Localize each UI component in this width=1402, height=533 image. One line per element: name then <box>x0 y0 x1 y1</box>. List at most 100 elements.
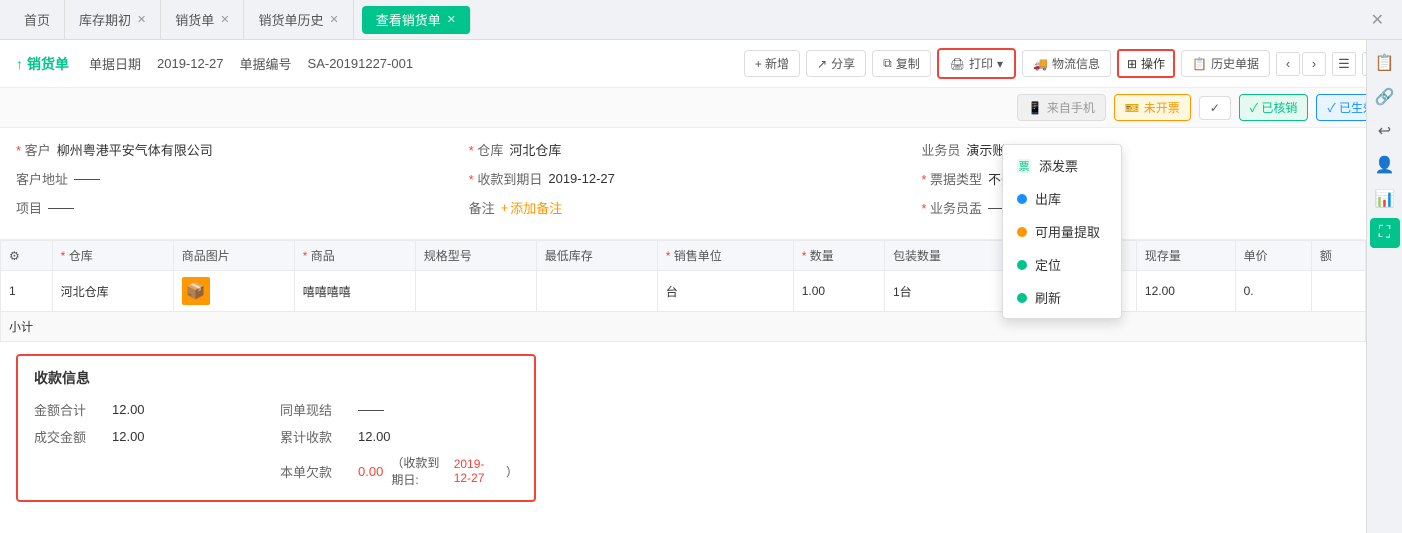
row-warehouse: 河北仓库 <box>52 271 173 312</box>
refresh-icon <box>1017 293 1027 303</box>
summary-section: 收款信息 金额合计 12.00 同单现结 —— 成交金额 12.00 <box>16 354 536 502</box>
row-qty: 1.00 <box>793 271 884 312</box>
operations-button[interactable]: ⊞ 操作 <box>1117 49 1175 78</box>
note-field: 备注 添加备注 <box>469 198 898 217</box>
doc-type-label: ↑ 销货单 <box>16 54 69 74</box>
menu-add-invoice[interactable]: 票 添发票 <box>1003 149 1121 182</box>
summary-title: 收款信息 <box>34 368 518 388</box>
doc-icon: ↑ <box>16 56 23 72</box>
from-phone-btn[interactable]: 📱 来自手机 <box>1017 94 1106 121</box>
deal-amount-label: 成交金额 <box>34 427 104 446</box>
row-amount <box>1311 271 1365 312</box>
menu-ship-out[interactable]: 出库 <box>1003 182 1121 215</box>
print-button[interactable]: 🖨 打印 ▾ <box>940 51 1013 76</box>
sidebar-icon-3[interactable]: ↩ <box>1370 116 1400 146</box>
tab-inventory-init[interactable]: 库存期初 ✕ <box>65 0 161 39</box>
col-amount: 额 <box>1311 241 1365 271</box>
warehouse-value: 河北仓库 <box>509 140 561 159</box>
row-pack-qty: 1台 <box>884 271 1005 312</box>
history-button[interactable]: 📋 历史单据 <box>1181 50 1270 77</box>
sidebar-icon-2[interactable]: 🔗 <box>1370 82 1400 112</box>
product-image: 📦 <box>182 277 210 305</box>
row-min-stock <box>536 271 657 312</box>
col-unit: 销售单位 <box>657 241 793 271</box>
same-order-value: —— <box>358 402 384 417</box>
menu-available-extract[interactable]: 可用量提取 <box>1003 215 1121 248</box>
new-button[interactable]: + 新增 <box>744 50 800 77</box>
col-unit-price: 单价 <box>1235 241 1311 271</box>
doc-number-label: 单据编号 <box>240 54 292 73</box>
sidebar-icon-5[interactable]: 📊 <box>1370 184 1400 214</box>
row-current-stock: 12.00 <box>1136 271 1235 312</box>
not-opened-btn[interactable]: 🎫 未开票 <box>1114 94 1191 121</box>
same-order-label: 同单现结 <box>280 400 350 419</box>
debt-note: （收款到期日: <box>391 454 445 488</box>
sidebar-icon-4[interactable]: 👤 <box>1370 150 1400 180</box>
tab-close-sales[interactable]: ✕ <box>220 13 229 26</box>
nav-arrows: ‹ › <box>1276 52 1326 76</box>
toolbar-row: 📱 来自手机 🎫 未开票 ✓ ✓ 已核销 ✓ 已生效 <box>0 88 1402 128</box>
col-settings[interactable]: ⚙ <box>1 241 53 271</box>
logistics-button[interactable]: 🚚 物流信息 <box>1022 50 1111 77</box>
form-row-1: 客户 柳州粤港平安气体有限公司 仓库 河北仓库 业务员 演示账号 <box>16 140 1350 159</box>
share-button[interactable]: ↗ 分享 <box>806 50 866 77</box>
tab-view-sales[interactable]: 查看销货单 ✕ <box>362 6 471 34</box>
tab-close-view[interactable]: ✕ <box>447 13 456 26</box>
row-spec <box>415 271 536 312</box>
menu-locate[interactable]: 定位 <box>1003 248 1121 281</box>
col-image: 商品图片 <box>173 241 294 271</box>
address-value: —— <box>74 171 100 186</box>
sidebar-icon-1[interactable]: 📋 <box>1370 48 1400 78</box>
col-spec: 规格型号 <box>415 241 536 271</box>
copy-button[interactable]: ⧉ 复制 <box>872 50 931 77</box>
logistics-icon: 🚚 <box>1033 57 1048 71</box>
menu-refresh[interactable]: 刷新 <box>1003 281 1121 314</box>
check-icon: ✓ <box>1210 101 1220 115</box>
due-date-field: 收款到期日 2019-12-27 <box>469 169 898 188</box>
salesperson-field: 业务员盂 —— <box>921 198 1350 217</box>
operations-icon: ⊞ <box>1127 57 1137 71</box>
cumulative-label: 累计收款 <box>280 427 350 446</box>
address-label: 客户地址 <box>16 169 68 188</box>
debt-due-date: 2019-12-27 <box>454 457 498 485</box>
tab-close-inventory[interactable]: ✕ <box>137 13 146 26</box>
warehouse-label: 仓库 <box>469 140 504 159</box>
copy-icon: ⧉ <box>883 56 892 71</box>
next-arrow[interactable]: › <box>1302 52 1326 76</box>
phone-icon: 📱 <box>1028 101 1043 115</box>
list-view-btn[interactable]: ☰ <box>1332 52 1356 76</box>
check-btn[interactable]: ✓ <box>1199 96 1231 120</box>
row-product: 嘻嘻嘻嘻 <box>294 271 415 312</box>
row-num: 1 <box>1 271 53 312</box>
due-date-label: 收款到期日 <box>469 169 543 188</box>
add-invoice-icon: 票 <box>1017 159 1031 173</box>
sold-status-btn[interactable]: ✓ 已核销 <box>1239 94 1309 121</box>
tab-sales-order[interactable]: 销货单 ✕ <box>161 0 244 39</box>
project-label: 项目 <box>16 198 42 217</box>
window-close-button[interactable]: ✕ <box>1363 6 1392 34</box>
locate-icon <box>1017 260 1027 270</box>
col-warehouse: 仓库 <box>52 241 173 271</box>
add-note-button[interactable]: 添加备注 <box>501 198 563 217</box>
tab-sales-history[interactable]: 销货单历史 ✕ <box>244 0 353 39</box>
ticket-icon: 🎫 <box>1125 101 1140 115</box>
history-icon: 📋 <box>1192 57 1207 71</box>
print-dropdown-arrow: ▾ <box>997 57 1003 71</box>
sidebar-icon-6[interactable]: ⛶ <box>1370 218 1400 248</box>
summary-same-order: 同单现结 —— <box>280 400 518 419</box>
col-pack-qty: 包装数量 <box>884 241 1005 271</box>
doc-actions: + 新增 ↗ 分享 ⧉ 复制 🖨 打印 ▾ <box>744 48 1386 79</box>
ticket-type-label: 票据类型 <box>921 169 982 188</box>
summary-debt: 本单欠款 0.00 （收款到期日: 2019-12-27 ） <box>280 454 518 488</box>
tab-home[interactable]: 首页 <box>10 0 65 39</box>
prev-arrow[interactable]: ‹ <box>1276 52 1300 76</box>
project-value: —— <box>48 200 74 215</box>
print-icon: 🖨 <box>950 57 965 71</box>
tab-bar: 首页 库存期初 ✕ 销货单 ✕ 销货单历史 ✕ 查看销货单 ✕ ✕ <box>0 0 1402 40</box>
row-image: 📦 <box>173 271 294 312</box>
total-amount-label: 金额合计 <box>34 400 104 419</box>
tab-close-history[interactable]: ✕ <box>330 13 339 26</box>
col-min-stock: 最低库存 <box>536 241 657 271</box>
customer-label: 客户 <box>16 140 51 159</box>
document-header: ↑ 销货单 单据日期 2019-12-27 单据编号 SA-20191227-0… <box>0 40 1402 88</box>
